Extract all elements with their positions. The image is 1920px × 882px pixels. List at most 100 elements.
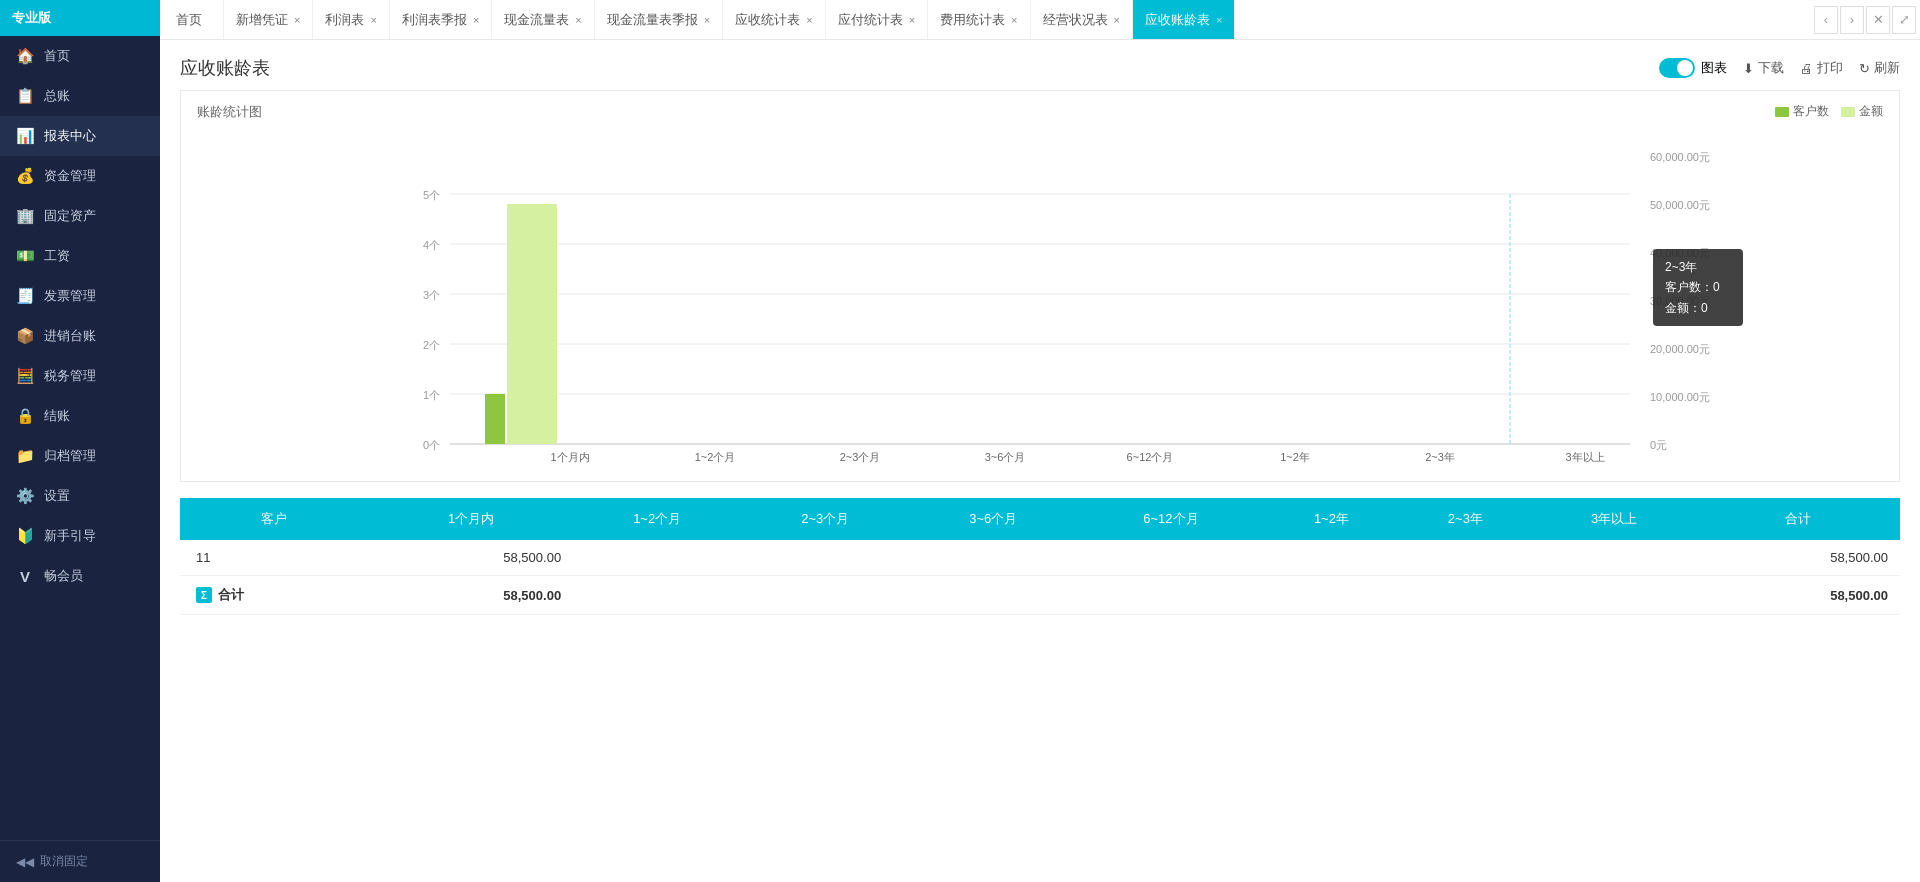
tab-receivable-stats[interactable]: 应收统计表 × [723, 0, 825, 40]
tab-home[interactable]: 首页 [164, 0, 224, 40]
assets-icon: 🏢 [16, 207, 34, 225]
tab-close-operation-status[interactable]: × [1114, 14, 1120, 26]
home-icon: 🏠 [16, 47, 34, 65]
print-button[interactable]: 🖨 打印 [1800, 59, 1843, 77]
sidebar-item-invoice[interactable]: 🧾 发票管理 [0, 276, 160, 316]
svg-text:0个: 0个 [423, 439, 440, 451]
tab-close-receivable-stats[interactable]: × [806, 14, 812, 26]
tab-close-receivable-aging[interactable]: × [1216, 14, 1222, 26]
cell-m5 [1077, 540, 1264, 576]
total-label-text: 合计 [218, 586, 244, 604]
svg-text:3~6个月: 3~6个月 [985, 451, 1026, 463]
svg-text:1~2个月: 1~2个月 [695, 451, 736, 463]
table-container: 客户 1个月内 1~2个月 2~3个月 3~6个月 6~12个月 1~2年 2~… [180, 498, 1900, 615]
tab-profit-quarterly[interactable]: 利润表季报 × [390, 0, 492, 40]
svg-text:40,000.00元: 40,000.00元 [1650, 247, 1710, 259]
cell-m8 [1532, 540, 1695, 576]
total-m5 [1077, 576, 1264, 615]
sidebar-label-closing: 结账 [44, 407, 70, 425]
col-m6: 1~2年 [1264, 498, 1398, 540]
svg-text:2~3个月: 2~3个月 [840, 451, 881, 463]
legend-color-customers [1775, 107, 1789, 117]
tab-expense-stats[interactable]: 费用统计表 × [928, 0, 1030, 40]
sidebar-collapse[interactable]: ◀◀ 取消固定 [0, 840, 160, 882]
collapse-label: 取消固定 [40, 853, 88, 870]
tab-close-cashflow-quarterly[interactable]: × [704, 14, 710, 26]
tab-close-profit-quarterly[interactable]: × [473, 14, 479, 26]
refresh-icon: ↻ [1859, 61, 1870, 76]
sidebar-item-member[interactable]: V 畅会员 [0, 556, 160, 596]
svg-text:3个: 3个 [423, 289, 440, 301]
total-m4 [909, 576, 1077, 615]
sidebar-item-ledger[interactable]: 📋 总账 [0, 76, 160, 116]
sidebar-item-archive[interactable]: 📁 归档管理 [0, 436, 160, 476]
tab-scroll-right[interactable]: › [1840, 6, 1864, 34]
svg-text:0元: 0元 [1650, 439, 1667, 451]
tab-cashflow[interactable]: 现金流量表 × [492, 0, 594, 40]
cell-m7 [1398, 540, 1532, 576]
tab-profit[interactable]: 利润表 × [313, 0, 389, 40]
sidebar-item-closing[interactable]: 🔒 结账 [0, 396, 160, 436]
tab-nav-controls: ‹ › ✕ ⤢ [1814, 6, 1916, 34]
toggle-track[interactable] [1659, 58, 1695, 78]
tab-close-profit[interactable]: × [370, 14, 376, 26]
sidebar-label-settings: 设置 [44, 487, 70, 505]
app-logo: 专业版 [0, 0, 160, 36]
svg-text:2个: 2个 [423, 339, 440, 351]
sidebar-item-tax[interactable]: 🧮 税务管理 [0, 356, 160, 396]
tab-receivable-aging[interactable]: 应收账龄表 × [1133, 0, 1235, 40]
tab-label-operation-status: 经营状况表 [1043, 11, 1108, 29]
sidebar-item-home[interactable]: 🏠 首页 [0, 36, 160, 76]
closing-icon: 🔒 [16, 407, 34, 425]
tab-close-expense-stats[interactable]: × [1011, 14, 1017, 26]
cell-customer: 11 [180, 540, 369, 576]
tab-bar: 首页 新增凭证 × 利润表 × 利润表季报 × 现金流量表 × 现金流量表季报 … [160, 0, 1920, 40]
legend-amount: 金额 [1841, 103, 1883, 120]
print-icon: 🖨 [1800, 61, 1813, 76]
tab-label-profit: 利润表 [325, 11, 364, 29]
tab-payable-stats[interactable]: 应付统计表 × [826, 0, 928, 40]
tab-close-payable-stats[interactable]: × [909, 14, 915, 26]
sidebar-item-reports[interactable]: 📊 报表中心 [0, 116, 160, 156]
sidebar: 专业版 🏠 首页 📋 总账 📊 报表中心 💰 资金管理 🏢 固定资产 💵 工资 … [0, 0, 160, 882]
cell-m3 [741, 540, 909, 576]
tab-close-new-voucher[interactable]: × [294, 14, 300, 26]
refresh-label: 刷新 [1874, 59, 1900, 77]
refresh-button[interactable]: ↻ 刷新 [1859, 59, 1900, 77]
col-customer: 客户 [180, 498, 369, 540]
tab-operation-status[interactable]: 经营状况表 × [1031, 0, 1133, 40]
tab-label-cashflow: 现金流量表 [504, 11, 569, 29]
chart-toggle[interactable]: 图表 [1659, 58, 1727, 78]
sidebar-item-assets[interactable]: 🏢 固定资产 [0, 196, 160, 236]
chart-title: 账龄统计图 [197, 103, 1883, 121]
total-icon: Σ [196, 587, 212, 603]
tab-scroll-left[interactable]: ‹ [1814, 6, 1838, 34]
sales-icon: 📦 [16, 327, 34, 345]
sidebar-item-payroll[interactable]: 💵 工资 [0, 236, 160, 276]
download-icon: ⬇ [1743, 61, 1754, 76]
tab-close-all[interactable]: ✕ [1866, 6, 1890, 34]
download-button[interactable]: ⬇ 下载 [1743, 59, 1784, 77]
sidebar-item-settings[interactable]: ⚙️ 设置 [0, 476, 160, 516]
chevron-left-icon: ◀◀ [16, 855, 34, 869]
sidebar-item-funds[interactable]: 💰 资金管理 [0, 156, 160, 196]
sidebar-item-sales[interactable]: 📦 进销台账 [0, 316, 160, 356]
col-m2: 1~2个月 [573, 498, 741, 540]
chart-svg: 0个 1个 2个 3个 4个 5个 0元 10,000.00元 20,000.0… [197, 129, 1883, 469]
tab-new-voucher[interactable]: 新增凭证 × [224, 0, 313, 40]
bar-amount-m1 [507, 204, 557, 444]
sidebar-label-funds: 资金管理 [44, 167, 96, 185]
col-m5: 6~12个月 [1077, 498, 1264, 540]
tab-maximize[interactable]: ⤢ [1892, 6, 1916, 34]
svg-text:30,000.00元: 30,000.00元 [1650, 295, 1710, 307]
tab-cashflow-quarterly[interactable]: 现金流量表季报 × [595, 0, 723, 40]
svg-text:5个: 5个 [423, 189, 440, 201]
funds-icon: 💰 [16, 167, 34, 185]
sidebar-item-guide[interactable]: 🔰 新手引导 [0, 516, 160, 556]
tab-label-profit-quarterly: 利润表季报 [402, 11, 467, 29]
svg-text:10,000.00元: 10,000.00元 [1650, 391, 1710, 403]
col-total: 合计 [1696, 498, 1900, 540]
tab-close-cashflow[interactable]: × [575, 14, 581, 26]
total-m6 [1264, 576, 1398, 615]
cell-m2 [573, 540, 741, 576]
